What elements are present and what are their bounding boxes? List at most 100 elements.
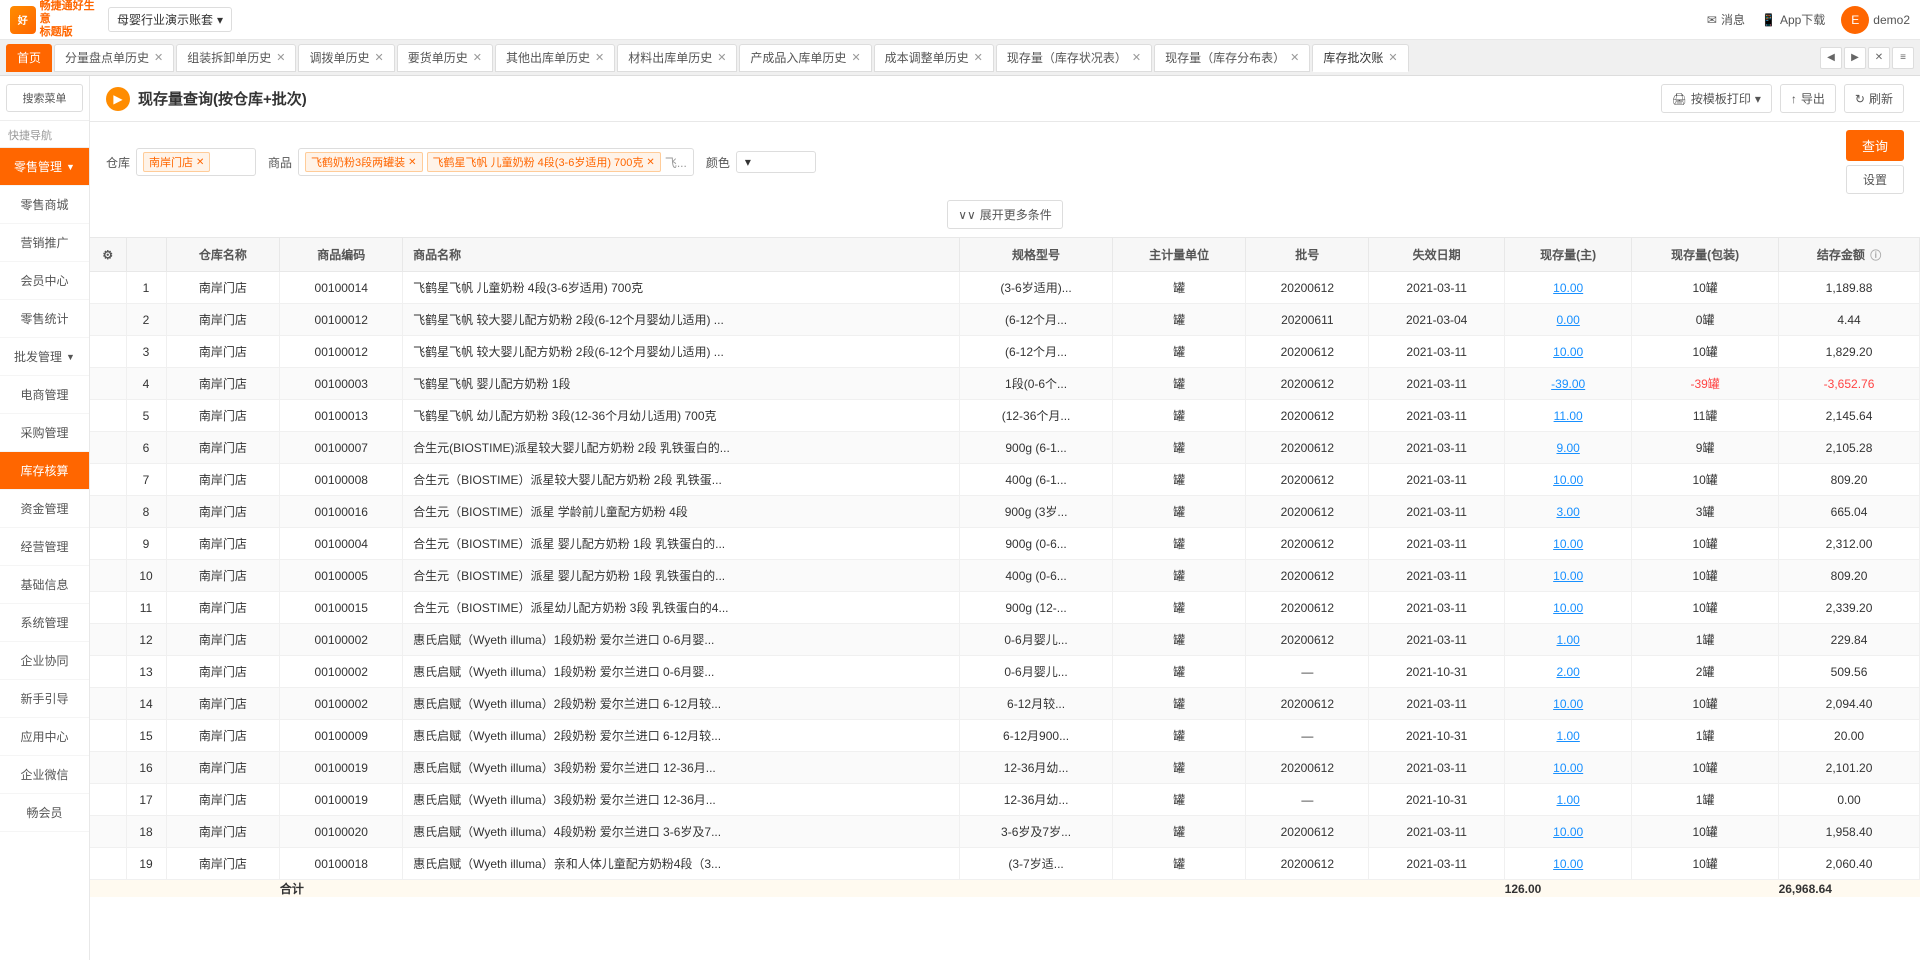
row-qty-main[interactable]: 10.00 — [1505, 464, 1632, 496]
tab-kucun-pici[interactable]: 库存批次账 ✕ — [1312, 44, 1408, 72]
product-filter-more[interactable]: 飞... — [665, 154, 687, 171]
row-qty-main[interactable]: 10.00 — [1505, 336, 1632, 368]
sidebar-item-lingshao-shangcheng[interactable]: 零售商城 — [0, 186, 89, 224]
template-print-button[interactable]: 🖨 按模板打印 ▾ — [1661, 84, 1772, 113]
sidebar-item-pifa[interactable]: 批发管理 ▼ — [0, 338, 89, 376]
tab-home[interactable]: 首页 — [6, 44, 52, 72]
tab-close-btn[interactable]: ✕ — [1868, 47, 1890, 69]
tab-chengben[interactable]: 成本调整单历史 ✕ — [874, 44, 994, 72]
tab-xianzun-fenbiao[interactable]: 现存量（库存分布表） ✕ — [1154, 44, 1310, 72]
sidebar-item-huiyuan[interactable]: 会员中心 — [0, 262, 89, 300]
close-icon[interactable]: ✕ — [595, 51, 604, 64]
close-icon[interactable]: ✕ — [1388, 51, 1397, 64]
remove-product-tag-0-icon[interactable]: ✕ — [408, 157, 416, 168]
row-warehouse: 南岸门店 — [166, 368, 280, 400]
user-area[interactable]: E demo2 — [1841, 6, 1910, 34]
export-button[interactable]: ↑ 导出 — [1780, 84, 1836, 113]
row-settings-cell — [90, 656, 126, 688]
row-qty-main[interactable]: 10.00 — [1505, 816, 1632, 848]
row-code: 00100018 — [280, 848, 403, 880]
row-qty-main[interactable]: 1.00 — [1505, 720, 1632, 752]
sidebar-item-kucun[interactable]: 库存核算 — [0, 452, 89, 490]
sidebar-item-caigou[interactable]: 采购管理 — [0, 414, 89, 452]
row-qty-main[interactable]: 10.00 — [1505, 592, 1632, 624]
table-row: 5 南岸门店 00100013 飞鹤星飞帆 幼儿配方奶粉 3段(12-36个月幼… — [90, 400, 1920, 432]
tab-chancheng-ru[interactable]: 产成品入库单历史 ✕ — [739, 44, 871, 72]
row-qty-main[interactable]: 10.00 — [1505, 688, 1632, 720]
message-action[interactable]: ✉ 消息 — [1707, 11, 1745, 28]
row-qty-main[interactable]: 2.00 — [1505, 656, 1632, 688]
close-icon[interactable]: ✕ — [851, 51, 860, 64]
sidebar-item-jichu[interactable]: 基础信息 — [0, 566, 89, 604]
tab-yao-huo[interactable]: 要货单历史 ✕ — [397, 44, 493, 72]
info-icon[interactable]: ⓘ — [1870, 250, 1881, 262]
row-qty-pkg: 3罐 — [1632, 496, 1779, 528]
close-icon[interactable]: ✕ — [1132, 51, 1141, 64]
close-icon[interactable]: ✕ — [154, 51, 163, 64]
close-icon[interactable]: ✕ — [276, 51, 285, 64]
sidebar-item-xinshoudayin[interactable]: 新手引导 — [0, 680, 89, 718]
warehouse-tag-group[interactable]: 南岸门店 ✕ — [136, 148, 256, 176]
row-qty-main[interactable]: 10.00 — [1505, 272, 1632, 304]
row-qty-main[interactable]: 9.00 — [1505, 432, 1632, 464]
row-name: 惠氏启赋（Wyeth illuma）亲和人体儿童配方奶粉4段（3... — [403, 848, 960, 880]
close-icon[interactable]: ✕ — [375, 51, 384, 64]
row-code: 00100009 — [280, 720, 403, 752]
tab-fen-pan[interactable]: 分量盘点单历史 ✕ — [54, 44, 174, 72]
sidebar-item-zijin[interactable]: 资金管理 — [0, 490, 89, 528]
tab-diao-bo[interactable]: 调拨单历史 ✕ — [298, 44, 394, 72]
sidebar-item-jingying[interactable]: 经营管理 — [0, 528, 89, 566]
page-title: 现存量查询(按仓库+批次) — [138, 88, 307, 109]
search-menu-button[interactable]: 搜索菜单 — [6, 84, 83, 112]
row-qty-main[interactable]: 10.00 — [1505, 752, 1632, 784]
tab-prev-btn[interactable]: ◀ — [1820, 47, 1842, 69]
row-qty-main[interactable]: 1.00 — [1505, 784, 1632, 816]
table-container[interactable]: ⚙ 仓库名称 商品编码 商品名称 规格型号 主计量单位 批号 失效日期 现存量(… — [90, 238, 1920, 960]
row-spec: (3-7岁适... — [960, 848, 1112, 880]
row-qty-main[interactable]: -39.00 — [1505, 368, 1632, 400]
color-dropdown[interactable]: ▾ — [736, 151, 816, 173]
close-icon[interactable]: ✕ — [974, 51, 983, 64]
remove-warehouse-tag-icon[interactable]: ✕ — [196, 157, 204, 168]
sidebar-item-chaohuiyuan[interactable]: 畅会员 — [0, 794, 89, 832]
sidebar-item-yingxiao[interactable]: 营销推广 — [0, 224, 89, 262]
app-download-action[interactable]: 📱 App下载 — [1761, 11, 1825, 28]
row-qty-main[interactable]: 10.00 — [1505, 848, 1632, 880]
row-qty-main[interactable]: 0.00 — [1505, 304, 1632, 336]
query-button[interactable]: 查询 — [1846, 130, 1904, 161]
sidebar-item-lingshao[interactable]: 零售管理 ▼ — [0, 148, 89, 186]
row-qty-main[interactable]: 10.00 — [1505, 560, 1632, 592]
sidebar-item-dianshang[interactable]: 电商管理 — [0, 376, 89, 414]
sidebar-item-qiye-weixin[interactable]: 企业微信 — [0, 756, 89, 794]
account-selector[interactable]: 母婴行业演示账套 ▾ — [108, 7, 232, 32]
settings-button[interactable]: 设置 — [1846, 165, 1904, 194]
close-icon[interactable]: ✕ — [717, 51, 726, 64]
remove-product-tag-1-icon[interactable]: ✕ — [646, 157, 654, 168]
row-name: 合生元(BIOSTIME)派星较大婴儿配方奶粉 2段 乳铁蛋白的... — [403, 432, 960, 464]
expand-sidebar-btn[interactable]: ▶ — [106, 87, 130, 111]
sidebar-item-xitong[interactable]: 系统管理 — [0, 604, 89, 642]
product-tag-group[interactable]: 飞鹤奶粉3段两罐装 ✕ 飞鹤星飞帆 儿童奶粉 4段(3-6岁适用) 700克 ✕… — [298, 148, 694, 176]
row-qty-main[interactable]: 11.00 — [1505, 400, 1632, 432]
close-icon[interactable]: ✕ — [1290, 51, 1299, 64]
row-warehouse: 南岸门店 — [166, 816, 280, 848]
sidebar-item-qiye-xietong[interactable]: 企业协同 — [0, 642, 89, 680]
tab-xianzun-kuzhuang[interactable]: 现存量（库存状况表） ✕ — [996, 44, 1152, 72]
col-settings[interactable]: ⚙ — [90, 238, 126, 272]
logo-icon: 好 — [10, 6, 36, 34]
row-unit: 罐 — [1112, 464, 1246, 496]
sidebar-item-lingshao-tongji[interactable]: 零售统计 — [0, 300, 89, 338]
tab-menu-btn[interactable]: ≡ — [1892, 47, 1914, 69]
tab-cailiao-chu[interactable]: 材料出库单历史 ✕ — [617, 44, 737, 72]
tab-qita-chu[interactable]: 其他出库单历史 ✕ — [495, 44, 615, 72]
refresh-button[interactable]: ↻ 刷新 — [1844, 84, 1904, 113]
expand-filters-button[interactable]: ∨∨ 展开更多条件 — [947, 200, 1063, 229]
close-icon[interactable]: ✕ — [473, 51, 482, 64]
tab-next-btn[interactable]: ▶ — [1844, 47, 1866, 69]
row-qty-main[interactable]: 3.00 — [1505, 496, 1632, 528]
row-qty-main[interactable]: 1.00 — [1505, 624, 1632, 656]
sidebar-item-yingyong[interactable]: 应用中心 — [0, 718, 89, 756]
tab-zu-chai[interactable]: 组装拆卸单历史 ✕ — [176, 44, 296, 72]
row-warehouse: 南岸门店 — [166, 592, 280, 624]
row-qty-main[interactable]: 10.00 — [1505, 528, 1632, 560]
